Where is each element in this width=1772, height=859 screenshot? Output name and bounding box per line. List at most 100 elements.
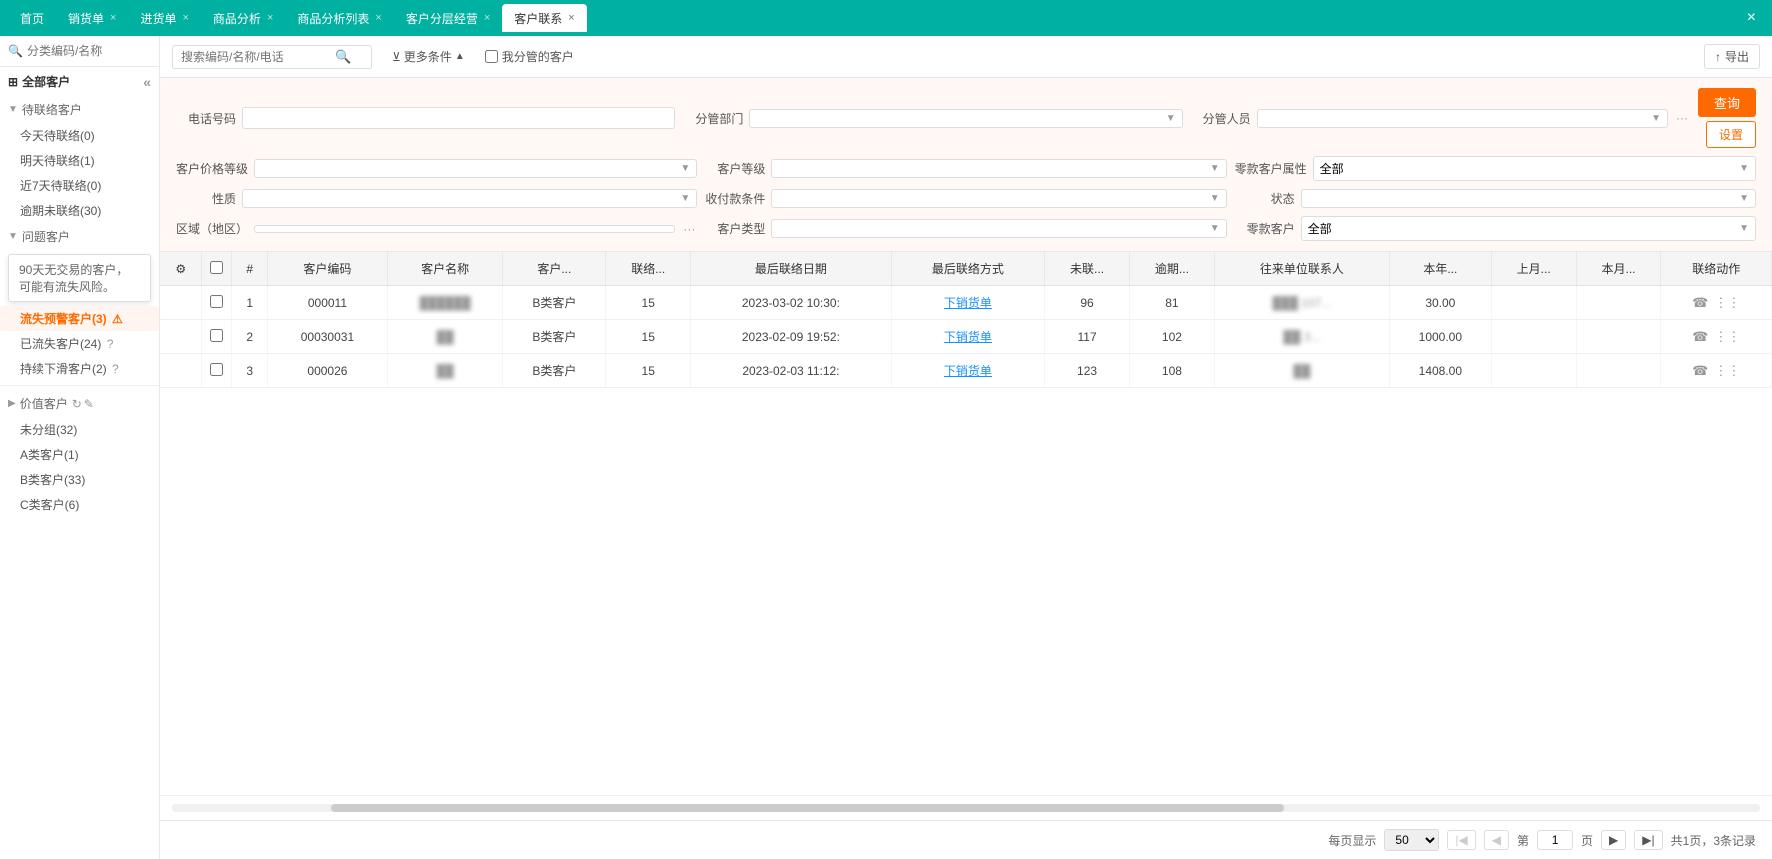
export-btn[interactable]: ↑ 导出 — [1704, 44, 1760, 69]
row-last-method-cell[interactable]: 下销货单 — [891, 320, 1044, 354]
row-checkbox[interactable] — [210, 329, 223, 342]
filter-search-input[interactable] — [181, 50, 331, 64]
row-last-method-cell[interactable]: 下销货单 — [891, 354, 1044, 388]
level-select[interactable]: ▼ — [771, 159, 1226, 178]
tab-goods-analysis-list[interactable]: 商品分析列表 × — [285, 4, 393, 32]
more-actions-icon[interactable]: ⋮⋮ — [1714, 363, 1740, 379]
price-level-select[interactable]: ▼ — [254, 159, 697, 178]
tab-purchase[interactable]: 进货单 × — [128, 4, 200, 32]
tab-sales-label: 销货单 — [68, 10, 104, 27]
zero-customer-select[interactable]: 全部 ▼ — [1301, 216, 1756, 241]
sidebar-search-input[interactable] — [27, 44, 151, 58]
status-select[interactable]: ▼ — [1301, 189, 1756, 208]
tab-sales[interactable]: 销货单 × — [56, 4, 128, 32]
contact-icon[interactable]: ☎ — [1692, 363, 1708, 379]
tab-customer-tier[interactable]: 客户分层经营 × — [394, 4, 502, 32]
col-not-contacted-header[interactable]: 未联... — [1045, 252, 1130, 286]
my-customers-label: 我分管的客户 — [502, 48, 574, 65]
sidebar-item-churn-warning[interactable]: 流失预警客户(3) ⚠ — [0, 306, 159, 331]
page-number-input[interactable] — [1537, 830, 1573, 850]
adv-filter-row-3: 性质 ▼ 收付款条件 ▼ 状态 — [176, 189, 1756, 208]
edit-icon-value[interactable]: ✎ — [84, 397, 94, 411]
region-select[interactable] — [254, 225, 675, 233]
sidebar-collapse-icon[interactable]: « — [143, 74, 151, 90]
col-overdue-header[interactable]: 逾期... — [1129, 252, 1214, 286]
dept-select[interactable]: ▼ — [749, 109, 1182, 128]
zero-attr-select[interactable]: 全部 ▼ — [1313, 156, 1756, 181]
my-customers-checkbox-input[interactable] — [485, 50, 498, 63]
sidebar-item-b-class[interactable]: B类客户(33) — [0, 467, 159, 492]
select-all-checkbox[interactable] — [210, 261, 223, 274]
col-settings[interactable]: ⚙ — [160, 252, 202, 286]
row-checkbox[interactable] — [210, 363, 223, 376]
col-contact-person-header[interactable]: 往来单位联系人 — [1214, 252, 1389, 286]
customer-type-select[interactable]: ▼ — [771, 219, 1226, 238]
query-button[interactable]: 查询 — [1698, 88, 1756, 117]
tab-goods-analysis[interactable]: 商品分析 × — [201, 4, 285, 32]
scrollbar-thumb[interactable] — [331, 804, 1284, 812]
sidebar-item-overdue[interactable]: 逾期未联络(30) — [0, 198, 159, 223]
filter-search-icon[interactable]: 🔍 — [335, 49, 351, 65]
sidebar-item-today-pending[interactable]: 今天待联络(0) — [0, 123, 159, 148]
refresh-icon-value[interactable]: ↻ — [72, 397, 82, 411]
payment-chevron-icon: ▼ — [1210, 193, 1220, 204]
next-page-btn[interactable]: ▶ — [1601, 830, 1626, 850]
row-checkbox[interactable] — [210, 295, 223, 308]
sidebar-group-pending[interactable]: ▼ 待联络客户 — [0, 96, 159, 123]
tab-customer-tier-close[interactable]: × — [484, 12, 490, 24]
tab-customer-contact[interactable]: 客户联系 × — [502, 4, 586, 32]
col-contact-count-header[interactable]: 联络... — [606, 252, 691, 286]
row-checkbox-cell[interactable] — [202, 320, 232, 354]
prev-page-btn[interactable]: ◀ — [1484, 830, 1509, 850]
per-page-select[interactable]: 50 100 — [1384, 829, 1439, 851]
col-checkbox-header[interactable] — [202, 252, 232, 286]
my-customers-checkbox[interactable]: 我分管的客户 — [485, 48, 574, 65]
tab-goods-analysis-close[interactable]: × — [267, 12, 273, 24]
region-more-icon[interactable]: ··· — [683, 222, 695, 236]
sidebar-item-week-pending[interactable]: 近7天待联络(0) — [0, 173, 159, 198]
filter-field-level: 客户等级 ▼ — [705, 159, 1226, 178]
more-actions-icon[interactable]: ⋮⋮ — [1714, 329, 1740, 345]
sidebar-all-customers[interactable]: ⊞ 全部客户 « — [0, 67, 159, 96]
last-page-btn[interactable]: ▶| — [1634, 830, 1662, 850]
row-last-month-cell — [1491, 286, 1576, 320]
more-actions-icon[interactable]: ⋮⋮ — [1714, 295, 1740, 311]
sidebar-item-declining[interactable]: 持续下滑客户(2) ? — [0, 356, 159, 381]
phone-input[interactable] — [242, 107, 675, 129]
nature-select[interactable]: ▼ — [242, 189, 697, 208]
col-this-month-header[interactable]: 本月... — [1576, 252, 1661, 286]
sidebar-item-already-churned[interactable]: 已流失客户(24) ? — [0, 331, 159, 356]
row-checkbox-cell[interactable] — [202, 354, 232, 388]
col-code-header[interactable]: 客户编码 — [268, 252, 388, 286]
horizontal-scrollbar[interactable] — [160, 795, 1772, 820]
sidebar-group-churn[interactable]: ▼ 问题客户 — [0, 223, 159, 250]
person-select[interactable]: ▼ — [1257, 109, 1668, 128]
contact-icon[interactable]: ☎ — [1692, 295, 1708, 311]
first-page-btn[interactable]: |◀ — [1447, 830, 1475, 850]
sidebar-group-value[interactable]: ▶ 价值客户 ↻ ✎ — [0, 390, 159, 417]
tab-purchase-close[interactable]: × — [182, 12, 188, 24]
payment-select[interactable]: ▼ — [771, 189, 1226, 208]
row-last-method-cell[interactable]: 下销货单 — [891, 286, 1044, 320]
sidebar-item-ungrouped[interactable]: 未分组(32) — [0, 417, 159, 442]
filter-more-conditions-btn[interactable]: ⊻ 更多条件 ▲ — [384, 45, 473, 68]
tab-sales-close[interactable]: × — [110, 12, 116, 24]
sidebar-item-c-class[interactable]: C类客户(6) — [0, 492, 159, 517]
tab-home[interactable]: 首页 — [8, 4, 56, 32]
tab-customer-contact-close[interactable]: × — [568, 12, 574, 24]
sidebar-item-a-class[interactable]: A类客户(1) — [0, 442, 159, 467]
person-more-icon[interactable]: ··· — [1676, 111, 1688, 125]
col-last-date-header[interactable]: 最后联络日期 — [691, 252, 892, 286]
col-type-header[interactable]: 客户... — [503, 252, 606, 286]
col-this-year-header[interactable]: 本年... — [1389, 252, 1491, 286]
tab-goods-analysis-list-close[interactable]: × — [375, 12, 381, 24]
col-last-method-header[interactable]: 最后联络方式 — [891, 252, 1044, 286]
window-close-button[interactable]: × — [1739, 9, 1764, 27]
settings-button[interactable]: 设置 — [1706, 121, 1756, 148]
sidebar-item-tomorrow-pending[interactable]: 明天待联络(1) — [0, 148, 159, 173]
settings-icon[interactable]: ⚙ — [175, 262, 186, 276]
row-checkbox-cell[interactable] — [202, 286, 232, 320]
col-last-month-header[interactable]: 上月... — [1491, 252, 1576, 286]
col-name-header[interactable]: 客户名称 — [387, 252, 503, 286]
contact-icon[interactable]: ☎ — [1692, 329, 1708, 345]
